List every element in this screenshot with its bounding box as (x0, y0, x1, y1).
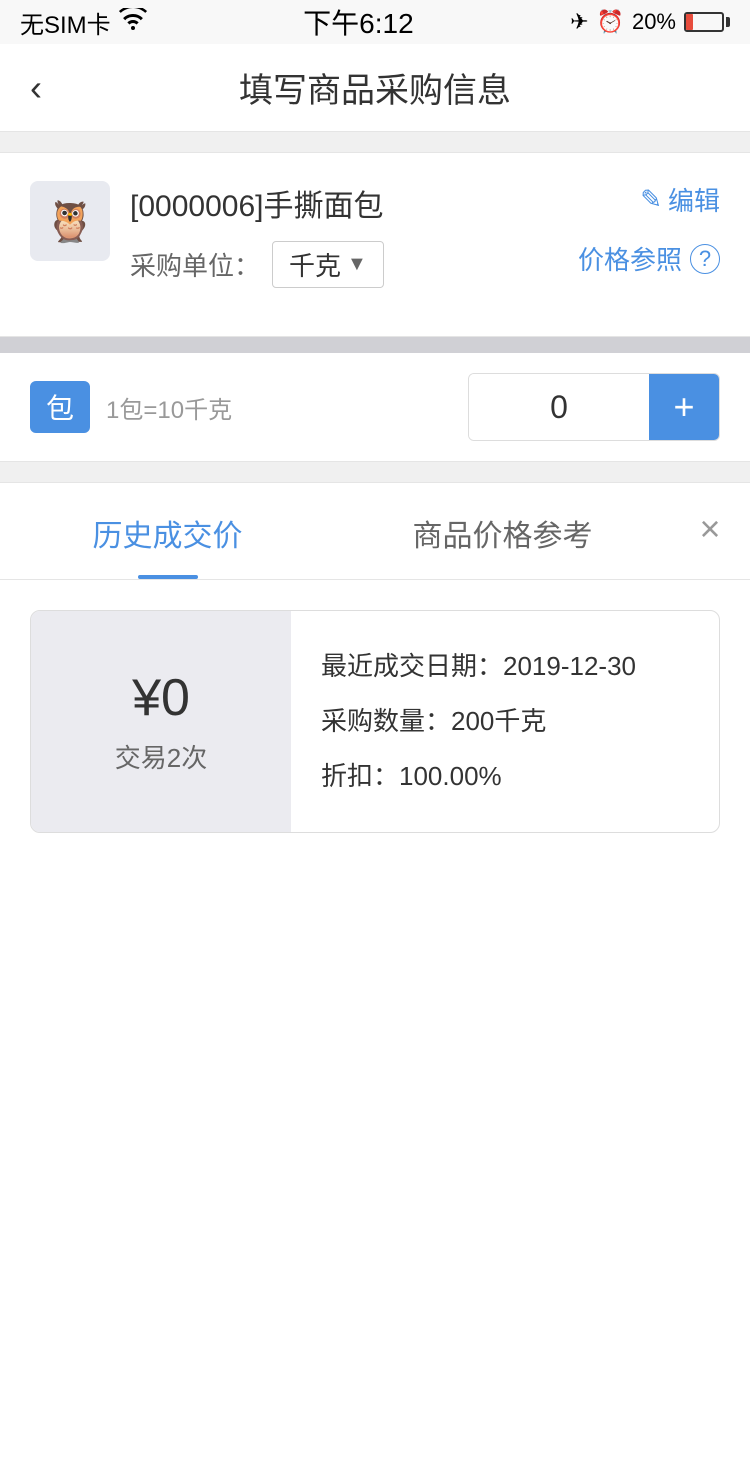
alarm-icon: ⏰ (597, 9, 624, 35)
status-left: 无SIM卡 (20, 5, 147, 40)
product-unit-row: 采购单位： 千克 ▼ (130, 241, 384, 288)
battery-indicator (684, 12, 730, 32)
tab-history-price[interactable]: 历史成交价 (0, 483, 335, 579)
wifi-icon (119, 8, 147, 37)
product-card: 🦉 [0000006]手撕面包 采购单位： 千克 ▼ ✎ 编辑 (0, 152, 750, 337)
purchase-qty-row: 采购数量：200千克 (321, 702, 689, 741)
tab-content-history: ¥0 交易2次 最近成交日期：2019-12-30 采购数量：200千克 折扣：… (0, 580, 750, 863)
status-bar: 无SIM卡 下午6:12 ✈ ⏰ 20% (0, 0, 750, 44)
edit-button[interactable]: ✎ 编辑 (640, 181, 720, 218)
nav-bar: ‹ 填写商品采购信息 (0, 44, 750, 132)
carrier-text: 无SIM卡 (20, 5, 111, 40)
status-right: ✈ ⏰ 20% (570, 9, 730, 35)
product-name: [0000006]手撕面包 (130, 181, 384, 225)
page-title: 填写商品采购信息 (239, 63, 511, 112)
tabs-header: 历史成交价 商品价格参考 × (0, 483, 750, 580)
quantity-unit-badge: 包 (30, 381, 90, 433)
unit-select[interactable]: 千克 ▼ (272, 241, 384, 288)
battery-percent: 20% (632, 9, 676, 35)
back-button[interactable]: ‹ (30, 57, 52, 119)
quantity-plus-button[interactable]: + (649, 374, 719, 440)
unit-value: 千克 (289, 246, 341, 283)
quantity-input[interactable] (469, 374, 649, 440)
product-info: [0000006]手撕面包 采购单位： 千克 ▼ (130, 181, 384, 288)
help-icon: ? (690, 244, 720, 274)
history-card: ¥0 交易2次 最近成交日期：2019-12-30 采购数量：200千克 折扣：… (30, 610, 720, 833)
quantity-input-group: + (468, 373, 720, 441)
edit-icon: ✎ (640, 184, 662, 215)
tab-active-indicator (138, 575, 198, 579)
status-time: 下午6:12 (303, 2, 414, 42)
product-right-col: ✎ 编辑 价格参照 ? (578, 181, 720, 277)
tab-close-button[interactable]: × (670, 508, 750, 554)
location-icon: ✈ (570, 9, 588, 35)
tabs-panel: 历史成交价 商品价格参考 × ¥0 交易2次 最近成交日期：2019-12-30… (0, 482, 750, 863)
product-header: 🦉 [0000006]手撕面包 采购单位： 千克 ▼ ✎ 编辑 (30, 181, 720, 288)
product-left: 🦉 [0000006]手撕面包 采购单位： 千克 ▼ (30, 181, 384, 288)
quantity-left: 包 1包=10千克 (30, 381, 232, 433)
history-card-right: 最近成交日期：2019-12-30 采购数量：200千克 折扣：100.00% (291, 611, 719, 832)
section-divider (0, 337, 750, 353)
discount-row: 折扣：100.00% (321, 757, 689, 796)
history-card-left: ¥0 交易2次 (31, 611, 291, 832)
tab-price-reference[interactable]: 商品价格参考 (335, 483, 670, 579)
bottom-content-area (0, 863, 750, 1463)
product-image-icon: 🦉 (45, 198, 95, 245)
quantity-conversion: 1包=10千克 (106, 390, 232, 425)
history-trade-count: 交易2次 (115, 738, 207, 775)
product-thumbnail: 🦉 (30, 181, 110, 261)
price-ref-button[interactable]: 价格参照 ? (578, 240, 720, 277)
history-price: ¥0 (132, 668, 190, 728)
chevron-down-icon: ▼ (347, 253, 367, 276)
recent-date-row: 最近成交日期：2019-12-30 (321, 647, 689, 686)
unit-label: 采购单位： (130, 246, 260, 283)
quantity-row: 包 1包=10千克 + (0, 353, 750, 462)
